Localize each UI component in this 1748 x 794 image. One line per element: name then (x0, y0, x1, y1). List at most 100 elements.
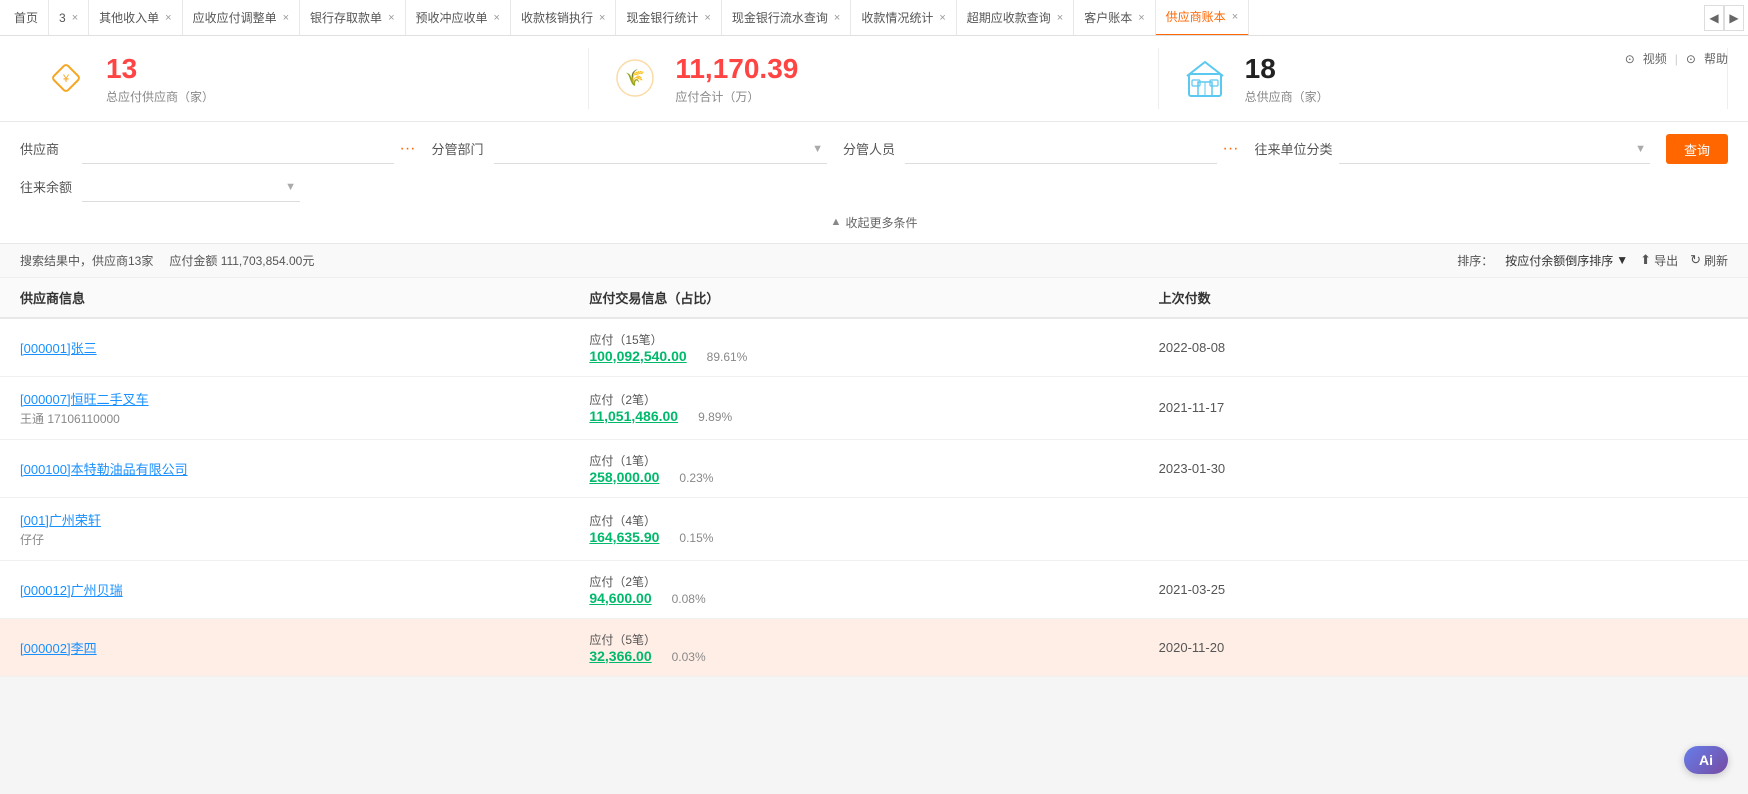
top-right-links: ⊙ 视频 | ⊙ 帮助 (1625, 50, 1728, 67)
summary-card-total-payable: 🌾 11,170.39 应付合计（万） (589, 48, 1158, 109)
video-link[interactable]: 视频 (1643, 50, 1667, 67)
category-filter-input[interactable] (1339, 134, 1650, 164)
supplier-name-link[interactable]: [001]广州荣轩 (20, 510, 589, 529)
supplier-filter-dots[interactable]: ··· (400, 140, 416, 158)
ai-badge-label: Ai (1699, 752, 1713, 768)
supplier-name-link[interactable]: [000007]恒旺二手叉车 (20, 389, 589, 408)
ai-badge[interactable]: Ai (1684, 746, 1728, 774)
payable-suppliers-label: 总应付供应商（家） (106, 88, 214, 105)
tx-amount[interactable]: 94,600.00 (589, 590, 651, 606)
balance-select-wrap: ▼ (82, 172, 300, 202)
close-tab-other-income[interactable]: × (165, 12, 171, 24)
nav-tab-cash-bank-query[interactable]: 现金银行流水查询 × (722, 0, 851, 36)
dept-filter-input[interactable] (494, 134, 828, 164)
nav-tab-other-income[interactable]: 其他收入单 × (89, 0, 182, 36)
dept-select-wrap: ▼ (494, 134, 828, 164)
balance-filter-input[interactable] (82, 172, 300, 202)
tx-amount[interactable]: 32,366.00 (589, 648, 651, 664)
tx-percent: 89.61% (707, 350, 748, 364)
close-tab-receipt-stat[interactable]: × (939, 12, 945, 24)
sort-value: 按应付余额倒序排序 (1505, 252, 1613, 269)
grain-icon: 🌾 (609, 52, 661, 104)
close-tab-ar-ap-adjust[interactable]: × (283, 12, 289, 24)
results-summary: 搜索结果中，供应商13家 应付金额 111,703,854.00元 (20, 252, 314, 269)
person-filter-dots[interactable]: ··· (1223, 140, 1239, 158)
nav-tab-overdue-ar[interactable]: 超期应收款查询 × (957, 0, 1074, 36)
nav-tab-3[interactable]: 3 × (49, 0, 89, 36)
supplier-info-cell: [001]广州荣轩仔仔 (20, 510, 589, 548)
results-amount-text: 应付金额 111,703,854.00元 (169, 252, 314, 269)
tx-amount[interactable]: 100,092,540.00 (589, 348, 686, 364)
nav-tab-3-label: 3 (59, 11, 66, 25)
close-tab-payment-verify[interactable]: × (599, 12, 605, 24)
tx-label: 应付（5笔） (589, 631, 1158, 648)
nav-next-button[interactable]: ▶ (1724, 5, 1744, 31)
nav-tab-customer-ledger-label: 客户账本 (1084, 9, 1132, 26)
tx-label: 应付（1笔） (589, 452, 1158, 469)
nav-tab-other-income-label: 其他收入单 (99, 9, 159, 26)
help-link[interactable]: 帮助 (1704, 50, 1728, 67)
divider: | (1675, 52, 1678, 66)
person-filter-label: 分管人员 (843, 139, 899, 158)
export-button[interactable]: ⬆ 导出 (1640, 252, 1678, 269)
tx-label: 应付（2笔） (589, 573, 1158, 590)
filter-item-category: 往来单位分类 ▼ (1255, 134, 1651, 164)
nav-tab-supplier-ledger-label: 供应商账本 (1166, 8, 1226, 25)
nav-tab-receipt-stat-label: 收款情况统计 (861, 9, 933, 26)
refresh-label: 刷新 (1704, 252, 1728, 269)
close-tab-bank-deposit[interactable]: × (388, 12, 394, 24)
supplier-table: 供应商信息 应付交易信息（占比） 上次付数 [000001]张三应付（15笔）1… (0, 278, 1748, 677)
close-tab-customer-ledger[interactable]: × (1138, 12, 1144, 24)
close-tab-cash-bank-query[interactable]: × (834, 12, 840, 24)
filter-row-1: 供应商 ··· 分管部门 ▼ 分管人员 ··· 往来单位分类 ▼ 查询 (20, 134, 1728, 164)
nav-prev-button[interactable]: ◀ (1704, 5, 1724, 31)
close-tab-advance-ar[interactable]: × (494, 12, 500, 24)
table-row: [000100]本特勒油品有限公司应付（1笔）258,000.000.23%20… (0, 440, 1748, 498)
filter-area: 供应商 ··· 分管部门 ▼ 分管人员 ··· 往来单位分类 ▼ 查询 (0, 122, 1748, 244)
supplier-name-link[interactable]: [000100]本特勒油品有限公司 (20, 459, 589, 478)
summary-content-total-payable: 11,170.39 应付合计（万） (675, 52, 798, 105)
nav-tab-cash-bank-stat-label: 现金银行统计 (626, 9, 698, 26)
tx-amount[interactable]: 11,051,486.00 (589, 408, 678, 424)
tx-info-cell: 应付（1笔）258,000.000.23% (589, 452, 1158, 485)
refresh-button[interactable]: ↻ 刷新 (1690, 252, 1728, 269)
sort-select[interactable]: 按应付余额倒序排序 ▼ (1505, 252, 1628, 269)
query-button[interactable]: 查询 (1666, 134, 1728, 164)
nav-tab-home[interactable]: 首页 (4, 0, 49, 36)
close-tab-cash-bank-stat[interactable]: × (704, 12, 710, 24)
diamond-icon: ¥ (40, 52, 92, 104)
nav-tab-overdue-ar-label: 超期应收款查询 (967, 9, 1051, 26)
summary-card-payable-suppliers: ¥ 13 总应付供应商（家） (20, 48, 589, 109)
nav-tab-payment-verify[interactable]: 收款核销执行 × (511, 0, 616, 36)
results-summary-text: 搜索结果中，供应商13家 (20, 252, 153, 269)
summary-content-total-suppliers: 18 总供应商（家） (1245, 52, 1329, 105)
collapse-filter-button[interactable]: ▲ 收起更多条件 (20, 210, 1728, 235)
svg-text:🌾: 🌾 (625, 69, 645, 87)
supplier-name-link[interactable]: [000001]张三 (20, 338, 589, 357)
col-header-tx: 应付交易信息（占比） (589, 288, 1158, 307)
payable-suppliers-number: 13 (106, 52, 214, 86)
nav-tab-cash-bank-stat[interactable]: 现金银行统计 × (616, 0, 721, 36)
tx-info-cell: 应付（15笔）100,092,540.0089.61% (589, 331, 1158, 364)
tx-amount[interactable]: 164,635.90 (589, 529, 659, 545)
supplier-sub-info: 王通 17106110000 (20, 410, 589, 427)
nav-tab-bank-deposit[interactable]: 银行存取款单 × (300, 0, 405, 36)
supplier-filter-input[interactable] (82, 134, 394, 164)
close-tab-3[interactable]: × (72, 12, 78, 24)
close-tab-supplier-ledger[interactable]: × (1232, 11, 1238, 23)
supplier-info-cell: [000007]恒旺二手叉车王通 17106110000 (20, 389, 589, 427)
tx-label: 应付（2笔） (589, 391, 1158, 408)
nav-tab-customer-ledger[interactable]: 客户账本 × (1074, 0, 1155, 36)
nav-tab-advance-ar[interactable]: 预收冲应收单 × (406, 0, 511, 36)
supplier-name-link[interactable]: [000012]广州贝瑞 (20, 580, 589, 599)
nav-tab-supplier-ledger[interactable]: 供应商账本 × (1156, 0, 1249, 36)
supplier-info-cell: [000012]广州贝瑞 (20, 580, 589, 599)
tx-amount[interactable]: 258,000.00 (589, 469, 659, 485)
last-pay-date: 2023-01-30 (1159, 461, 1728, 476)
person-filter-input[interactable] (905, 134, 1217, 164)
nav-tab-receipt-stat[interactable]: 收款情况统计 × (851, 0, 956, 36)
svg-text:¥: ¥ (62, 73, 70, 85)
close-tab-overdue-ar[interactable]: × (1057, 12, 1063, 24)
nav-tab-ar-ap-adjust[interactable]: 应收应付调整单 × (183, 0, 300, 36)
supplier-name-link[interactable]: [000002]李四 (20, 638, 589, 657)
